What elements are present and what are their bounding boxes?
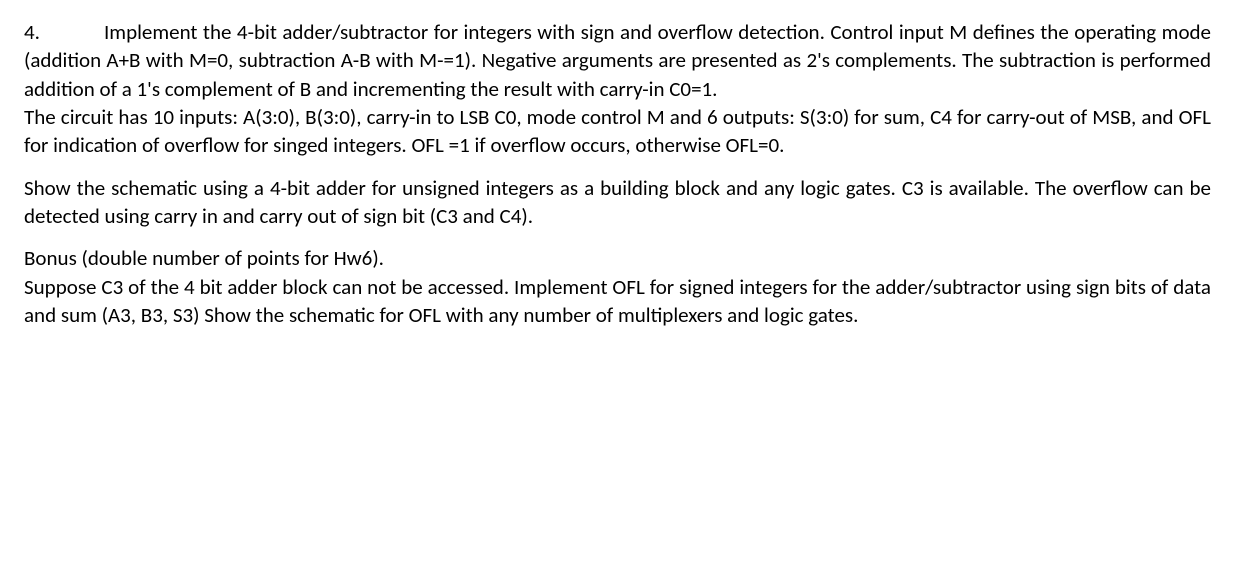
problem-statement-paragraph-1: 4.Implement the 4-bit adder/subtractor f… — [24, 18, 1211, 103]
problem-main-text: Implement the 4-bit adder/subtractor for… — [24, 19, 1211, 102]
bonus-paragraph: Bonus (double number of points for Hw6).… — [24, 244, 1211, 329]
problem-io-text: The circuit has 10 inputs: A(3:0), B(3:0… — [24, 104, 1211, 158]
bonus-header: Bonus (double number of points for Hw6). — [24, 245, 384, 271]
bonus-text: Suppose C3 of the 4 bit adder block can … — [24, 274, 1211, 328]
problem-io-paragraph: The circuit has 10 inputs: A(3:0), B(3:0… — [24, 103, 1211, 160]
problem-block: 4.Implement the 4-bit adder/subtractor f… — [24, 18, 1211, 329]
problem-number: 4. — [24, 18, 104, 46]
problem-task-text: Show the schematic using a 4-bit adder f… — [24, 175, 1211, 229]
problem-task-paragraph: Show the schematic using a 4-bit adder f… — [24, 174, 1211, 231]
